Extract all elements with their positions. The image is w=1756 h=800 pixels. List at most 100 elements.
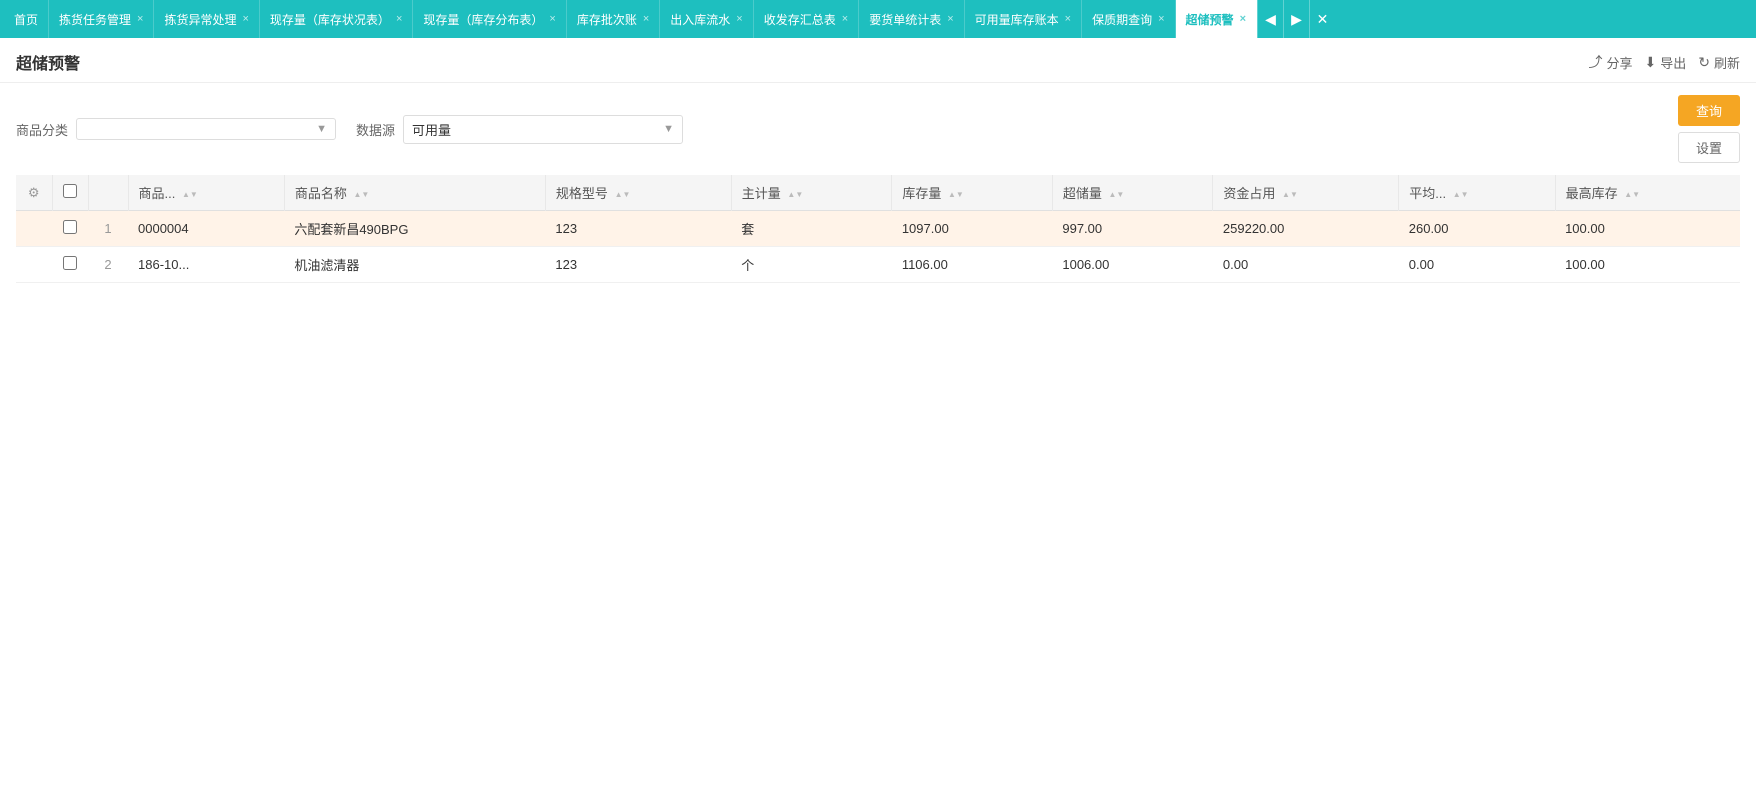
row-checkbox-cell — [52, 247, 88, 283]
nav-prev-button[interactable]: ◀ — [1257, 0, 1283, 38]
nav-close-all-button[interactable]: ✕ — [1309, 0, 1335, 38]
row-stock-cell: 1106.00 — [892, 247, 1053, 283]
gear-settings-icon[interactable]: ⚙ — [28, 185, 40, 200]
nav-tab-6-label: 出入库流水 — [670, 11, 730, 28]
nav-tab-6-close[interactable]: × — [736, 13, 742, 25]
nav-tab-6[interactable]: 出入库流水 × — [660, 0, 753, 38]
row-unit-cell: 套 — [731, 211, 892, 247]
sort-icon-unit: ▲▼ — [787, 191, 803, 199]
row-max-cell: 100.00 — [1555, 247, 1740, 283]
nav-tab-11-label: 超储预警 — [1186, 11, 1234, 28]
row-capital-cell: 0.00 — [1213, 247, 1399, 283]
table-row: 2 186-10... 机油滤清器 123 个 1106.00 1006.00 … — [16, 247, 1740, 283]
datasource-select[interactable]: 可用量 ▼ — [403, 115, 683, 144]
nav-tab-5[interactable]: 库存批次账 × — [567, 0, 660, 38]
table-col-spec[interactable]: 规格型号 ▲▼ — [545, 175, 731, 211]
nav-next-button[interactable]: ▶ — [1283, 0, 1309, 38]
nav-tab-3[interactable]: 现存量（库存状况表） × — [260, 0, 413, 38]
sort-icon-spec: ▲▼ — [615, 191, 631, 199]
nav-tab-8[interactable]: 要货单统计表 × — [859, 0, 964, 38]
table-col-code[interactable]: 商品... ▲▼ — [128, 175, 284, 211]
page-title: 超储预警 — [16, 50, 80, 74]
row-code-cell: 0000004 — [128, 211, 284, 247]
export-button[interactable]: ⬇ 导出 — [1645, 53, 1687, 72]
row-code-cell: 186-10... — [128, 247, 284, 283]
sort-icon-max: ▲▼ — [1624, 191, 1640, 199]
row-capital-cell: 259220.00 — [1213, 211, 1399, 247]
row-gear-cell — [16, 247, 52, 283]
table-col-unit-label: 主计量 — [742, 186, 781, 201]
nav-tab-8-label: 要货单统计表 — [869, 11, 941, 28]
nav-tab-8-close[interactable]: × — [947, 13, 953, 25]
nav-tab-5-close[interactable]: × — [643, 13, 649, 25]
table-col-num — [88, 175, 128, 211]
nav-tab-10-close[interactable]: × — [1158, 13, 1164, 25]
row-avg-cell: 260.00 — [1399, 211, 1555, 247]
category-filter-label: 商品分类 — [16, 120, 68, 139]
row-spec-cell: 123 — [545, 247, 731, 283]
table-col-unit[interactable]: 主计量 ▲▼ — [731, 175, 892, 211]
nav-tab-9-close[interactable]: × — [1065, 13, 1071, 25]
export-icon: ⬇ — [1645, 54, 1657, 71]
row-checkbox-1[interactable] — [63, 256, 77, 270]
row-name-cell: 六配套新昌490BPG — [284, 211, 545, 247]
table-col-max[interactable]: 最高库存 ▲▼ — [1555, 175, 1740, 211]
table-header-row: ⚙ 商品... ▲▼ 商品名称 ▲▼ 规格型号 — [16, 175, 1740, 211]
nav-tab-home-label: 首页 — [14, 11, 38, 28]
table-col-spec-label: 规格型号 — [556, 186, 608, 201]
nav-tab-3-close[interactable]: × — [396, 13, 402, 25]
query-button[interactable]: 查询 — [1678, 95, 1740, 126]
share-button[interactable]: ⤴ 分享 — [1588, 52, 1632, 72]
datasource-filter-group: 数据源 可用量 ▼ — [356, 115, 683, 144]
nav-tab-1[interactable]: 拣货任务管理 × — [49, 0, 154, 38]
row-unit-cell: 个 — [731, 247, 892, 283]
table-col-overstock[interactable]: 超储量 ▲▼ — [1052, 175, 1213, 211]
row-stock-cell: 1097.00 — [892, 211, 1053, 247]
row-checkbox-cell — [52, 211, 88, 247]
share-label: 分享 — [1606, 53, 1632, 72]
category-select[interactable]: ▼ — [76, 118, 336, 140]
nav-tab-4-close[interactable]: × — [549, 13, 555, 25]
select-all-checkbox[interactable] — [63, 184, 77, 198]
row-overstock-cell: 997.00 — [1052, 211, 1213, 247]
row-num-cell: 1 — [88, 211, 128, 247]
row-max-cell: 100.00 — [1555, 211, 1740, 247]
nav-tab-home[interactable]: 首页 — [4, 0, 49, 38]
datasource-filter-label: 数据源 — [356, 120, 395, 139]
nav-tab-4[interactable]: 现存量（库存分布表） × — [413, 0, 566, 38]
table-col-avg[interactable]: 平均... ▲▼ — [1399, 175, 1555, 211]
refresh-button[interactable]: ↻ 刷新 — [1698, 53, 1740, 72]
sort-icon-name: ▲▼ — [353, 191, 369, 199]
nav-tab-9[interactable]: 可用量库存账本 × — [965, 0, 1082, 38]
export-label: 导出 — [1660, 53, 1686, 72]
refresh-label: 刷新 — [1714, 53, 1740, 72]
nav-tab-10-label: 保质期查询 — [1092, 11, 1152, 28]
table-col-stock[interactable]: 库存量 ▲▼ — [892, 175, 1053, 211]
datasource-select-value: 可用量 — [412, 120, 451, 139]
row-spec-cell: 123 — [545, 211, 731, 247]
nav-tab-11-close[interactable]: × — [1240, 13, 1246, 25]
table-col-capital[interactable]: 资金占用 ▲▼ — [1213, 175, 1399, 211]
row-name-cell: 机油滤清器 — [284, 247, 545, 283]
nav-tab-7-label: 收发存汇总表 — [764, 11, 836, 28]
table-col-name[interactable]: 商品名称 ▲▼ — [284, 175, 545, 211]
nav-tab-10[interactable]: 保质期查询 × — [1082, 0, 1175, 38]
data-table: ⚙ 商品... ▲▼ 商品名称 ▲▼ 规格型号 — [16, 175, 1740, 283]
nav-tab-11[interactable]: 超储预警 × — [1176, 0, 1257, 38]
settings-button[interactable]: 设置 — [1678, 132, 1740, 163]
nav-tab-4-label: 现存量（库存分布表） — [423, 11, 543, 28]
sort-icon-overstock: ▲▼ — [1109, 191, 1125, 199]
table-container: ⚙ 商品... ▲▼ 商品名称 ▲▼ 规格型号 — [0, 175, 1756, 283]
refresh-icon: ↻ — [1698, 54, 1710, 71]
nav-tab-7-close[interactable]: × — [842, 13, 848, 25]
nav-tab-1-close[interactable]: × — [137, 13, 143, 25]
table-col-checkbox — [52, 175, 88, 211]
nav-tab-2[interactable]: 拣货异常处理 × — [154, 0, 259, 38]
nav-tab-7[interactable]: 收发存汇总表 × — [754, 0, 859, 38]
table-row: 1 0000004 六配套新昌490BPG 123 套 1097.00 997.… — [16, 211, 1740, 247]
category-select-chevron-icon: ▼ — [316, 123, 327, 135]
header-actions: ⤴ 分享 ⬇ 导出 ↻ 刷新 — [1588, 52, 1740, 72]
row-checkbox-0[interactable] — [63, 220, 77, 234]
nav-tab-2-close[interactable]: × — [242, 13, 248, 25]
table-body: 1 0000004 六配套新昌490BPG 123 套 1097.00 997.… — [16, 211, 1740, 283]
